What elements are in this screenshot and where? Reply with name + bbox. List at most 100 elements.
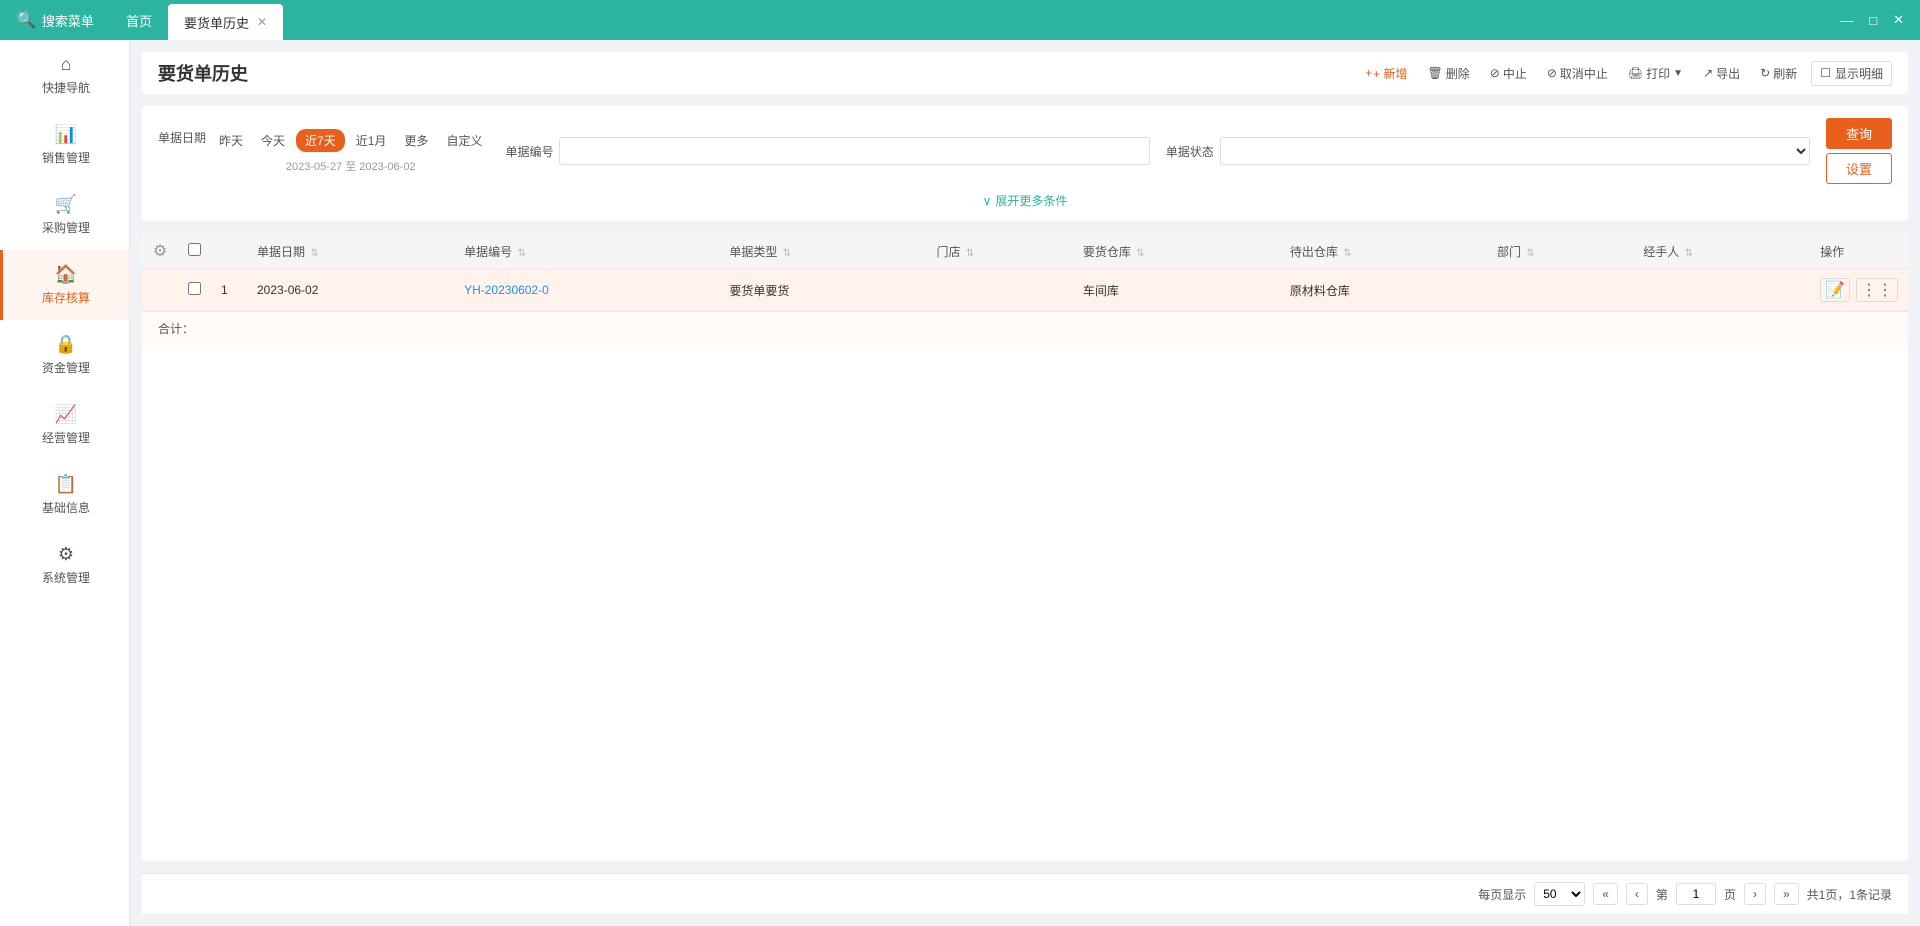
sort-pending-warehouse-icon: ⇅ xyxy=(1343,248,1351,259)
window-close-btn[interactable]: ✕ xyxy=(1893,12,1904,28)
quick-nav-icon: ⌂ xyxy=(61,54,72,75)
stop-button[interactable]: ⊘ 中止 xyxy=(1484,61,1533,86)
sidebar-item-purchase[interactable]: 🛒 采购管理 xyxy=(0,180,129,250)
export-button[interactable]: ↗ 导出 xyxy=(1697,61,1746,86)
query-button[interactable]: 查询 xyxy=(1826,118,1892,149)
delete-icon: 🗑 xyxy=(1428,66,1443,80)
top-bar: 🔍 搜索菜单 首页 要货单历史 ✕ — □ ✕ xyxy=(0,0,1920,40)
new-icon: + xyxy=(1365,66,1372,80)
display-detail-button[interactable]: ☐ 显示明细 xyxy=(1811,61,1892,86)
cancel-stop-button[interactable]: ⊘ 取消中止 xyxy=(1541,61,1614,86)
sort-date-icon: ⇅ xyxy=(310,248,318,259)
stop-icon: ⊘ xyxy=(1490,66,1500,80)
date-btn-more[interactable]: 更多 xyxy=(397,129,435,152)
col-order-type[interactable]: 单据类型 ⇅ xyxy=(719,233,926,270)
expand-more-button[interactable]: ∨ 展开更多条件 xyxy=(158,192,1892,209)
search-menu[interactable]: 🔍 搜索菜单 xyxy=(0,10,110,30)
col-order-no[interactable]: 单据编号 ⇅ xyxy=(454,233,719,270)
col-handler-label: 经手人 xyxy=(1643,245,1679,259)
sort-handler-icon: ⇅ xyxy=(1685,248,1693,259)
purchase-icon: 🛒 xyxy=(55,194,77,215)
row-order-no-link[interactable]: YH-20230602-0 xyxy=(464,283,549,297)
toolbar: + + 新增 🗑 删除 ⊘ 中止 ⊘ 取消中止 🖨 打印 xyxy=(1359,61,1892,86)
page-size-label: 每页显示 xyxy=(1478,886,1526,903)
row-pending-warehouse-cell: 原材料仓库 xyxy=(1280,270,1487,311)
tab-requisition-history[interactable]: 要货单历史 ✕ xyxy=(168,4,283,40)
sidebar-item-inventory[interactable]: 🏠 库存核算 xyxy=(0,250,129,320)
date-btn-custom[interactable]: 自定义 xyxy=(439,129,489,152)
col-pending-warehouse[interactable]: 待出仓库 ⇅ xyxy=(1280,233,1487,270)
tab-close-icon[interactable]: ✕ xyxy=(257,15,267,29)
checkbox-icon: ☐ xyxy=(1820,66,1831,80)
date-btn-1month[interactable]: 近1月 xyxy=(349,129,394,152)
page-header: 要货单历史 + + 新增 🗑 删除 ⊘ 中止 ⊘ 取消中止 xyxy=(142,52,1908,94)
next-page-button[interactable]: › xyxy=(1744,883,1766,905)
sort-order-type-icon: ⇅ xyxy=(783,248,791,259)
sidebar-item-system[interactable]: ⚙ 系统管理 xyxy=(0,530,129,600)
select-all-checkbox[interactable] xyxy=(188,243,201,256)
delete-button[interactable]: 🗑 删除 xyxy=(1422,61,1476,86)
filter-area: 单据日期 昨天 今天 近7天 近1月 更多 自定义 2023-05-27 至 2… xyxy=(142,106,1908,221)
refresh-button[interactable]: ↻ 刷新 xyxy=(1754,61,1803,86)
date-btn-7days[interactable]: 近7天 xyxy=(296,129,345,152)
row-checkbox-cell xyxy=(178,270,211,311)
status-label: 单据状态 xyxy=(1166,143,1214,160)
sort-store-icon: ⇅ xyxy=(966,248,974,259)
tab-home[interactable]: 首页 xyxy=(110,0,168,40)
order-no-label: 单据编号 xyxy=(505,143,553,160)
system-icon: ⚙ xyxy=(58,544,74,565)
print-button[interactable]: 🖨 打印 ▼ xyxy=(1622,61,1689,86)
new-button[interactable]: + + 新增 xyxy=(1359,61,1413,86)
window-maximize-btn[interactable]: □ xyxy=(1869,13,1877,28)
row-checkbox[interactable] xyxy=(188,282,201,295)
col-date-label: 单据日期 xyxy=(257,245,305,259)
date-btn-yesterday[interactable]: 昨天 xyxy=(212,129,250,152)
page-number-input[interactable] xyxy=(1676,883,1716,905)
page-size-select[interactable]: 50 10 20 100 xyxy=(1534,882,1585,906)
row-edit-button[interactable]: 📝 xyxy=(1820,278,1850,302)
refresh-icon: ↻ xyxy=(1760,66,1770,80)
row-store-cell xyxy=(927,270,1073,311)
order-no-input[interactable] xyxy=(559,137,1149,165)
window-minimize-btn[interactable]: — xyxy=(1840,13,1853,28)
order-no-filter: 单据编号 xyxy=(505,137,1149,165)
table-area: ⚙ 单据日期 ⇅ 单据编号 ⇅ xyxy=(142,233,1908,861)
col-order-type-label: 单据类型 xyxy=(729,245,777,259)
total-info: 共1页，1条记录 xyxy=(1807,886,1892,903)
sidebar-item-operations[interactable]: 📈 经营管理 xyxy=(0,390,129,460)
status-select[interactable] xyxy=(1220,137,1810,165)
sidebar-item-base-info[interactable]: 📋 基础信息 xyxy=(0,460,129,530)
column-settings-icon[interactable]: ⚙ xyxy=(152,241,168,261)
page-suffix: 页 xyxy=(1724,886,1736,903)
row-req-warehouse-cell: 车间库 xyxy=(1073,270,1280,311)
base-info-icon: 📋 xyxy=(55,474,77,495)
col-date[interactable]: 单据日期 ⇅ xyxy=(247,233,454,270)
col-store[interactable]: 门店 ⇅ xyxy=(927,233,1073,270)
first-page-button[interactable]: « xyxy=(1593,883,1618,905)
col-actions: 操作 xyxy=(1810,233,1908,270)
col-department[interactable]: 部门 ⇅ xyxy=(1487,233,1633,270)
sidebar-item-sales[interactable]: 📊 销售管理 xyxy=(0,110,129,180)
date-btn-today[interactable]: 今天 xyxy=(254,129,292,152)
date-filter-label: 单据日期 xyxy=(158,129,206,146)
settings-button[interactable]: 设置 xyxy=(1826,153,1892,184)
row-actions-cell: 📝 ⋮⋮ xyxy=(1810,270,1908,311)
top-bar-right: — □ ✕ xyxy=(1840,12,1920,28)
col-handler[interactable]: 经手人 ⇅ xyxy=(1633,233,1810,270)
sidebar: ⌂ 快捷导航 📊 销售管理 🛒 采购管理 🏠 库存核算 🔒 资金管理 📈 经营管… xyxy=(0,40,130,926)
col-store-label: 门店 xyxy=(937,245,961,259)
search-menu-label: 搜索菜单 xyxy=(42,11,94,30)
operations-icon: 📈 xyxy=(55,404,77,425)
prev-page-button[interactable]: ‹ xyxy=(1626,883,1648,905)
chevron-down-icon: ∨ xyxy=(983,194,992,208)
sidebar-item-quick-nav[interactable]: ⌂ 快捷导航 xyxy=(0,40,129,110)
last-page-button[interactable]: » xyxy=(1774,883,1799,905)
main-layout: ⌂ 快捷导航 📊 销售管理 🛒 采购管理 🏠 库存核算 🔒 资金管理 📈 经营管… xyxy=(0,40,1920,926)
row-more-button[interactable]: ⋮⋮ xyxy=(1856,278,1898,302)
sidebar-item-finance[interactable]: 🔒 资金管理 xyxy=(0,320,129,390)
col-req-warehouse[interactable]: 要货仓库 ⇅ xyxy=(1073,233,1280,270)
cancel-stop-icon: ⊘ xyxy=(1547,66,1557,80)
page-title: 要货单历史 xyxy=(158,60,248,86)
table-footer: 合计： xyxy=(142,311,1908,345)
col-order-no-label: 单据编号 xyxy=(464,245,512,259)
